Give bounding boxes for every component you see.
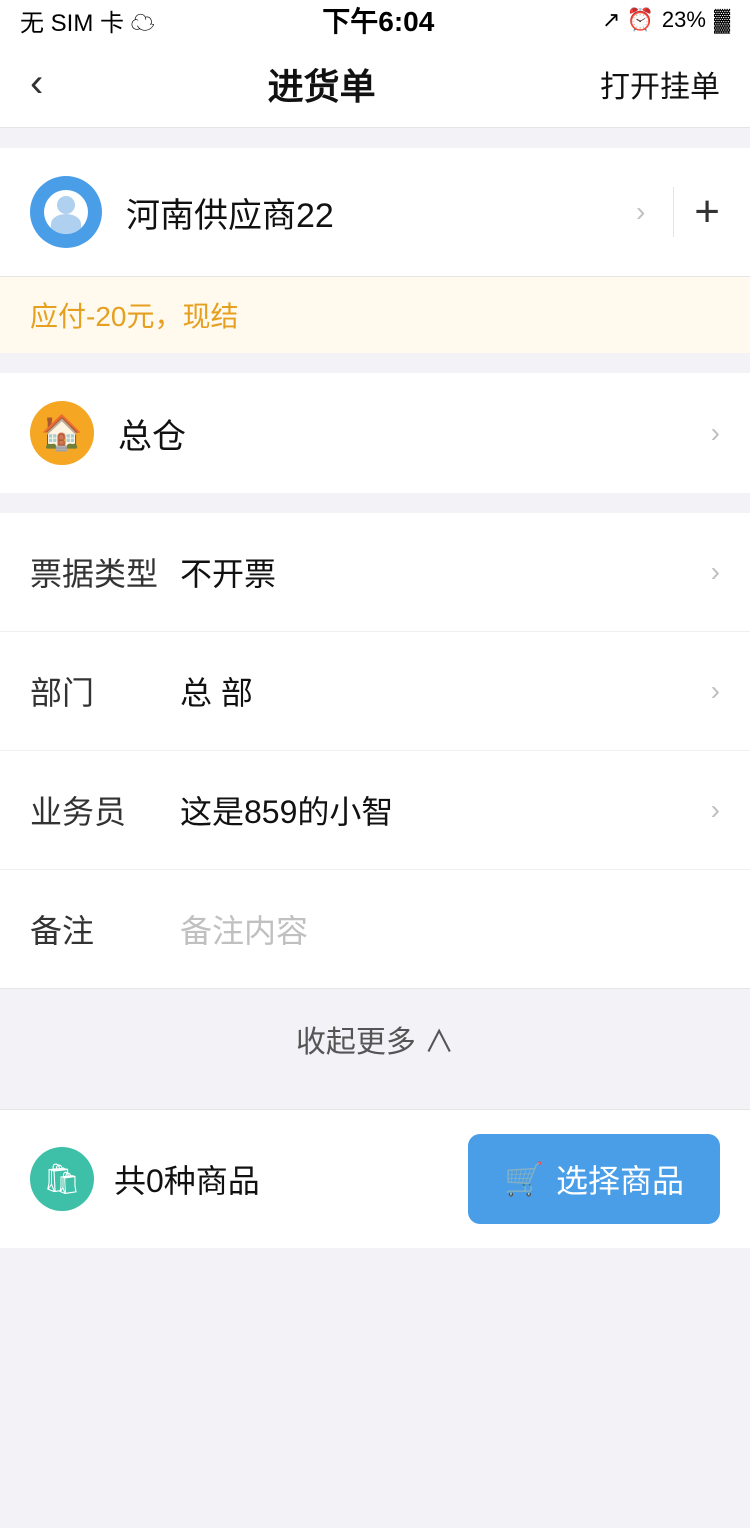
product-emoji: 🛍 xyxy=(43,1162,81,1197)
supplier-section: 河南供应商22 › + 应付-20元，现结 xyxy=(0,148,750,353)
supplier-row[interactable]: 河南供应商22 › + xyxy=(0,148,750,277)
page-title: 进货单 xyxy=(268,58,376,110)
department-row[interactable]: 部门 总 部 › xyxy=(0,631,750,750)
notice-text: 应付-20元，现结 xyxy=(30,301,238,332)
warehouse-row[interactable]: 🏠 总仓 › xyxy=(0,373,750,493)
section-gap-4 xyxy=(0,1089,750,1109)
warehouse-chevron-icon: › xyxy=(711,417,720,449)
remark-row[interactable]: 备注 备注内容 xyxy=(0,869,750,988)
back-button[interactable]: ‹ xyxy=(30,61,43,106)
invoice-type-label: 票据类型 xyxy=(30,549,180,595)
status-right: ↗ ⏰ 23% ▓ xyxy=(602,7,730,33)
warehouse-icon: 🏠 xyxy=(30,401,94,465)
section-gap-2 xyxy=(0,353,750,373)
department-label: 部门 xyxy=(30,668,180,714)
status-bar: 无 SIM 卡 ☁ 下午6:04 ↗ ⏰ 23% ▓ xyxy=(0,0,750,40)
battery-icon: ↗ ⏰ xyxy=(602,7,654,33)
product-icon: 🛍 xyxy=(30,1147,94,1211)
select-product-button[interactable]: 🛒 选择商品 xyxy=(468,1134,720,1224)
salesperson-value: 这是859的小智 xyxy=(180,787,711,833)
select-product-icon: 🛒 xyxy=(504,1160,544,1198)
section-gap-3 xyxy=(0,493,750,513)
supplier-name: 河南供应商22 xyxy=(126,188,636,237)
invoice-type-chevron-icon: › xyxy=(711,556,720,588)
department-chevron-icon: › xyxy=(711,675,720,707)
remark-input[interactable]: 备注内容 xyxy=(180,906,720,952)
nav-bar: ‹ 进货单 打开挂单 xyxy=(0,40,750,128)
warehouse-section: 🏠 总仓 › xyxy=(0,373,750,493)
section-gap-1 xyxy=(0,128,750,148)
warehouse-emoji: 🏠 xyxy=(41,413,83,453)
form-section: 票据类型 不开票 › 部门 总 部 › 业务员 这是859的小智 › 备注 备注… xyxy=(0,513,750,988)
salesperson-label: 业务员 xyxy=(30,787,180,833)
collapse-label: 收起更多 ∧ xyxy=(296,1026,454,1059)
supplier-chevron-icon: › xyxy=(636,196,645,228)
department-value: 总 部 xyxy=(180,668,711,714)
avatar-inner xyxy=(44,190,88,234)
bottom-bar: 🛍 共0种商品 🛒 选择商品 xyxy=(0,1109,750,1248)
status-time: 下午6:04 xyxy=(322,0,434,40)
battery-bar: ▓ xyxy=(714,7,730,33)
page-background xyxy=(0,1248,750,1528)
warehouse-name: 总仓 xyxy=(118,409,711,458)
sim-text: 无 SIM 卡 ☁ xyxy=(20,3,155,38)
remark-label: 备注 xyxy=(30,906,180,952)
salesperson-row[interactable]: 业务员 这是859的小智 › xyxy=(0,750,750,869)
invoice-type-value: 不开票 xyxy=(180,549,711,595)
add-supplier-button[interactable]: + xyxy=(673,187,720,237)
invoice-type-row[interactable]: 票据类型 不开票 › xyxy=(0,513,750,631)
salesperson-chevron-icon: › xyxy=(711,794,720,826)
open-pending-button[interactable]: 打开挂单 xyxy=(600,62,720,106)
select-product-label: 选择商品 xyxy=(556,1156,684,1202)
notice-bar: 应付-20元，现结 xyxy=(0,277,750,353)
battery-percent: 23% xyxy=(662,7,706,33)
collapse-row[interactable]: 收起更多 ∧ xyxy=(0,988,750,1089)
product-count: 共0种商品 xyxy=(114,1156,468,1202)
supplier-avatar xyxy=(30,176,102,248)
status-left: 无 SIM 卡 ☁ xyxy=(20,3,155,38)
